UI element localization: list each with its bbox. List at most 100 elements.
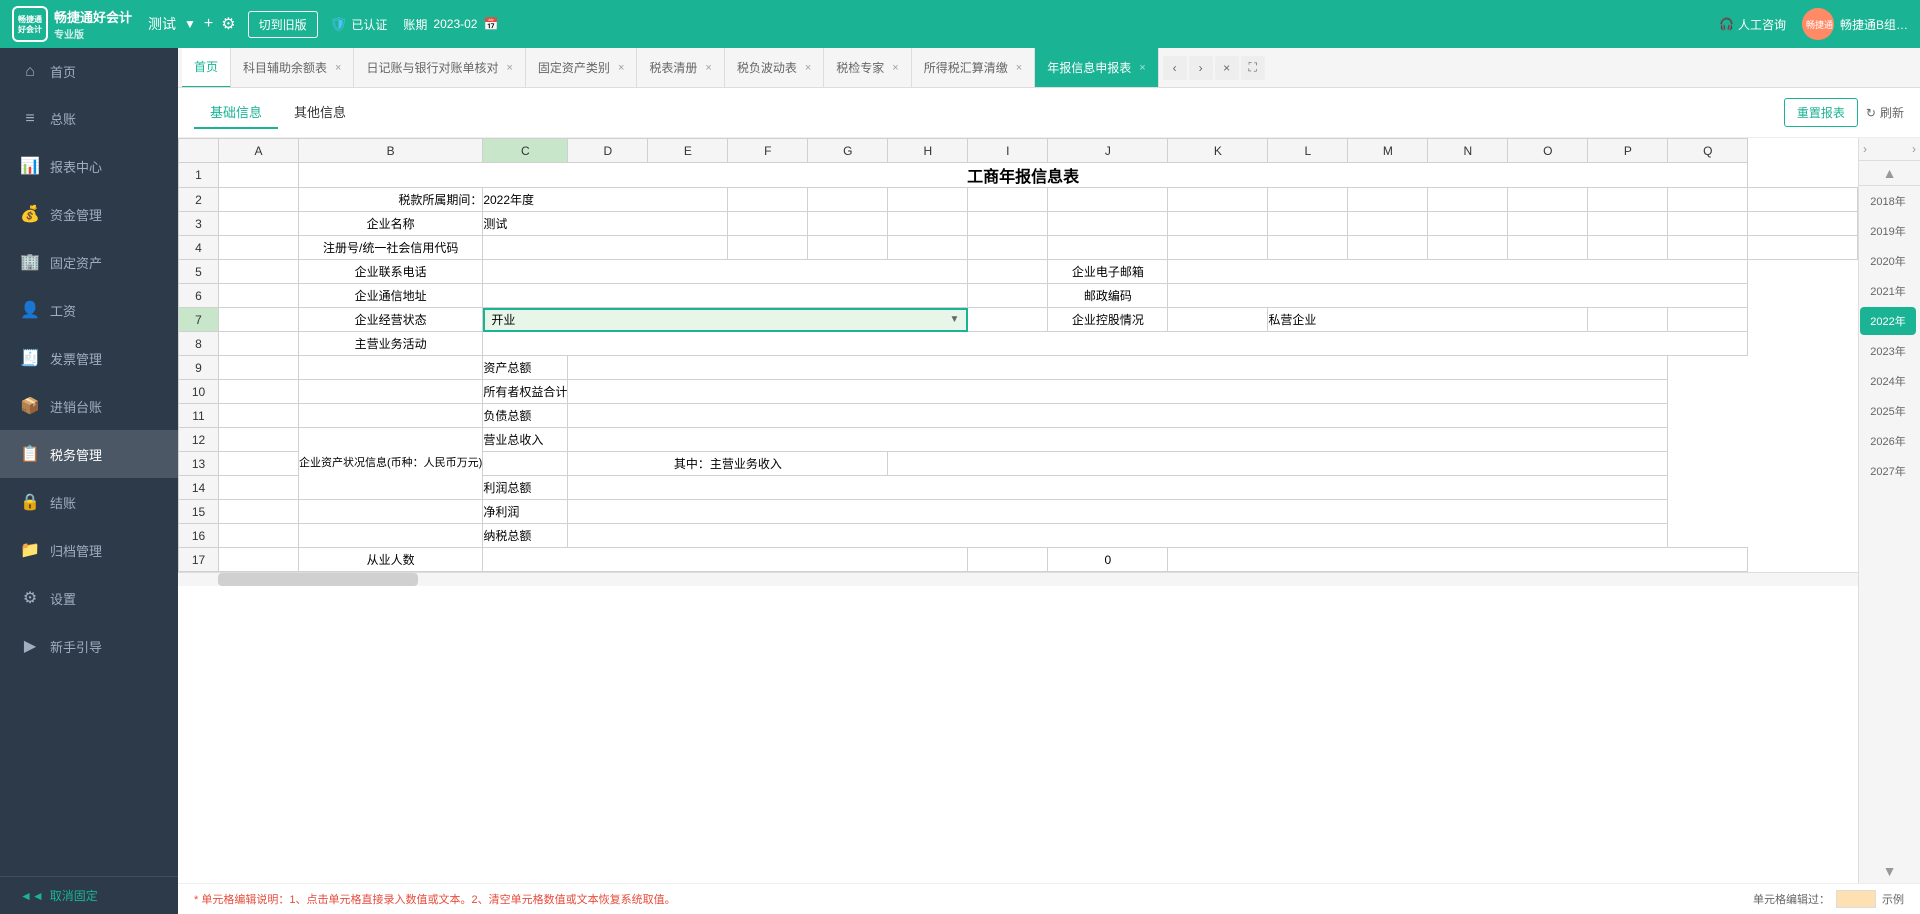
tab-taxcheck[interactable]: 税检专家 × [824, 48, 911, 88]
cell-3m[interactable] [1428, 212, 1508, 236]
cell-9d[interactable] [568, 356, 1668, 380]
cell-4f[interactable] [808, 236, 888, 260]
row-header-2[interactable]: 2 [179, 188, 219, 212]
cell-6k[interactable] [1168, 284, 1748, 308]
cell-12b[interactable]: 企业资产状况信息(币种：人民币万元) [299, 428, 483, 500]
old-version-button[interactable]: 切到旧版 [248, 11, 318, 38]
col-n[interactable]: N [1428, 139, 1508, 163]
year-2022[interactable]: 2022年 [1860, 307, 1916, 335]
year-2020[interactable]: 2020年 [1860, 247, 1916, 275]
cell-4p[interactable] [1668, 236, 1748, 260]
cell-13h[interactable] [888, 452, 1668, 476]
cell-4m[interactable] [1428, 236, 1508, 260]
year-2024[interactable]: 2024年 [1860, 367, 1916, 395]
dropdown-icon[interactable]: ▼ [184, 17, 196, 31]
cell-3q[interactable] [1748, 212, 1858, 236]
row-header-17[interactable]: 17 [179, 548, 219, 572]
cell-2a[interactable] [219, 188, 299, 212]
cell-8a[interactable] [219, 332, 299, 356]
cell-16d[interactable] [568, 524, 1668, 548]
col-e[interactable]: E [648, 139, 728, 163]
tab-close-taxfluc[interactable]: × [805, 62, 811, 74]
cell-7a[interactable] [219, 308, 299, 332]
cell-5j[interactable]: 企业电子邮箱 [1048, 260, 1168, 284]
cell-2i[interactable] [1048, 188, 1168, 212]
cell-2l[interactable] [1348, 188, 1428, 212]
row-header-1[interactable]: 1 [179, 163, 219, 188]
tab-taxfluc[interactable]: 税负波动表 × [725, 48, 824, 88]
tab-other[interactable]: 其他信息 [278, 96, 362, 129]
tab-home[interactable]: 首页 [182, 48, 231, 88]
tab-expand-button[interactable]: ⛶ [1241, 56, 1265, 80]
cell-15d[interactable] [568, 500, 1668, 524]
cell-4k[interactable] [1268, 236, 1348, 260]
cell-9b[interactable] [299, 356, 483, 380]
tab-next-button[interactable]: › [1189, 56, 1213, 80]
cell-1a[interactable] [219, 163, 299, 188]
horizontal-scrollbar[interactable] [178, 572, 1858, 586]
row-header-8[interactable]: 8 [179, 332, 219, 356]
cell-2p[interactable] [1668, 188, 1748, 212]
row-header-6[interactable]: 6 [179, 284, 219, 308]
cell-13d[interactable]: 其中：主营业务收入 [568, 452, 888, 476]
row-header-15[interactable]: 15 [179, 500, 219, 524]
tab-prev-button[interactable]: ‹ [1163, 56, 1187, 80]
cell-11c[interactable]: 负债总额 [483, 404, 568, 428]
row-header-10[interactable]: 10 [179, 380, 219, 404]
pin-button[interactable]: ◄◄ 取消固定 [0, 876, 178, 914]
col-g[interactable]: G [808, 139, 888, 163]
tab-incometax[interactable]: 所得税汇算清缴 × [912, 48, 1035, 88]
cell-2o[interactable] [1588, 188, 1668, 212]
cell-3o[interactable] [1588, 212, 1668, 236]
cell-4e[interactable] [728, 236, 808, 260]
cell-6j[interactable]: 邮政编码 [1048, 284, 1168, 308]
cell-10a[interactable] [219, 380, 299, 404]
row-header-16[interactable]: 16 [179, 524, 219, 548]
cell-5i[interactable] [968, 260, 1048, 284]
scroll-down-btn[interactable]: ▼ [1859, 859, 1920, 883]
cell-7p[interactable] [1588, 308, 1668, 332]
cell-10c[interactable]: 所有者权益合计 [483, 380, 568, 404]
cell-7l[interactable]: 私营企业 [1268, 308, 1588, 332]
cell-16b[interactable] [299, 524, 483, 548]
cell-14c[interactable]: 利润总额 [483, 476, 568, 500]
sidebar-item-close[interactable]: 🔒 结账 [0, 478, 178, 526]
cell-6a[interactable] [219, 284, 299, 308]
cell-16a[interactable] [219, 524, 299, 548]
cell-9c[interactable]: 资产总额 [483, 356, 568, 380]
sidebar-item-purchase[interactable]: 📦 进销台账 [0, 382, 178, 430]
tab-close-journal[interactable]: × [506, 62, 512, 74]
year-2023[interactable]: 2023年 [1860, 337, 1916, 365]
year-expand-left[interactable]: › [1863, 142, 1867, 156]
service-button[interactable]: 🎧 人工咨询 [1719, 16, 1786, 33]
col-q[interactable]: Q [1668, 139, 1748, 163]
col-i[interactable]: I [968, 139, 1048, 163]
tab-taxreturn[interactable]: 税表清册 × [637, 48, 724, 88]
cell-11a[interactable] [219, 404, 299, 428]
cell-17i[interactable] [968, 548, 1048, 572]
cell-7b[interactable]: 企业经营状态 [299, 308, 483, 332]
cell-3j[interactable] [1168, 212, 1268, 236]
col-l[interactable]: L [1268, 139, 1348, 163]
cell-4n[interactable] [1508, 236, 1588, 260]
cell-10d[interactable] [568, 380, 1668, 404]
row-header-3[interactable]: 3 [179, 212, 219, 236]
col-a[interactable]: A [219, 139, 299, 163]
tab-close-incometax[interactable]: × [1016, 62, 1022, 74]
cell-12c[interactable]: 营业总收入 [483, 428, 568, 452]
row-header-13[interactable]: 13 [179, 452, 219, 476]
cell-4b[interactable]: 注册号/统一社会信用代码 [299, 236, 483, 260]
cell-16c[interactable]: 纳税总额 [483, 524, 568, 548]
sidebar-item-funds[interactable]: 💰 资金管理 [0, 190, 178, 238]
col-d[interactable]: D [568, 139, 648, 163]
sidebar-item-tax[interactable]: 📋 税务管理 [0, 430, 178, 478]
cell-4h[interactable] [968, 236, 1048, 260]
tab-close-taxcheck[interactable]: × [892, 62, 898, 74]
cell-12a[interactable] [219, 428, 299, 452]
cell-4c[interactable] [483, 236, 728, 260]
spreadsheet-main[interactable]: A B C D E F G H I J K L [178, 138, 1858, 883]
col-o[interactable]: O [1508, 139, 1588, 163]
cell-2g[interactable] [888, 188, 968, 212]
cell-4j[interactable] [1168, 236, 1268, 260]
calendar-icon[interactable]: 📅 [483, 17, 498, 31]
